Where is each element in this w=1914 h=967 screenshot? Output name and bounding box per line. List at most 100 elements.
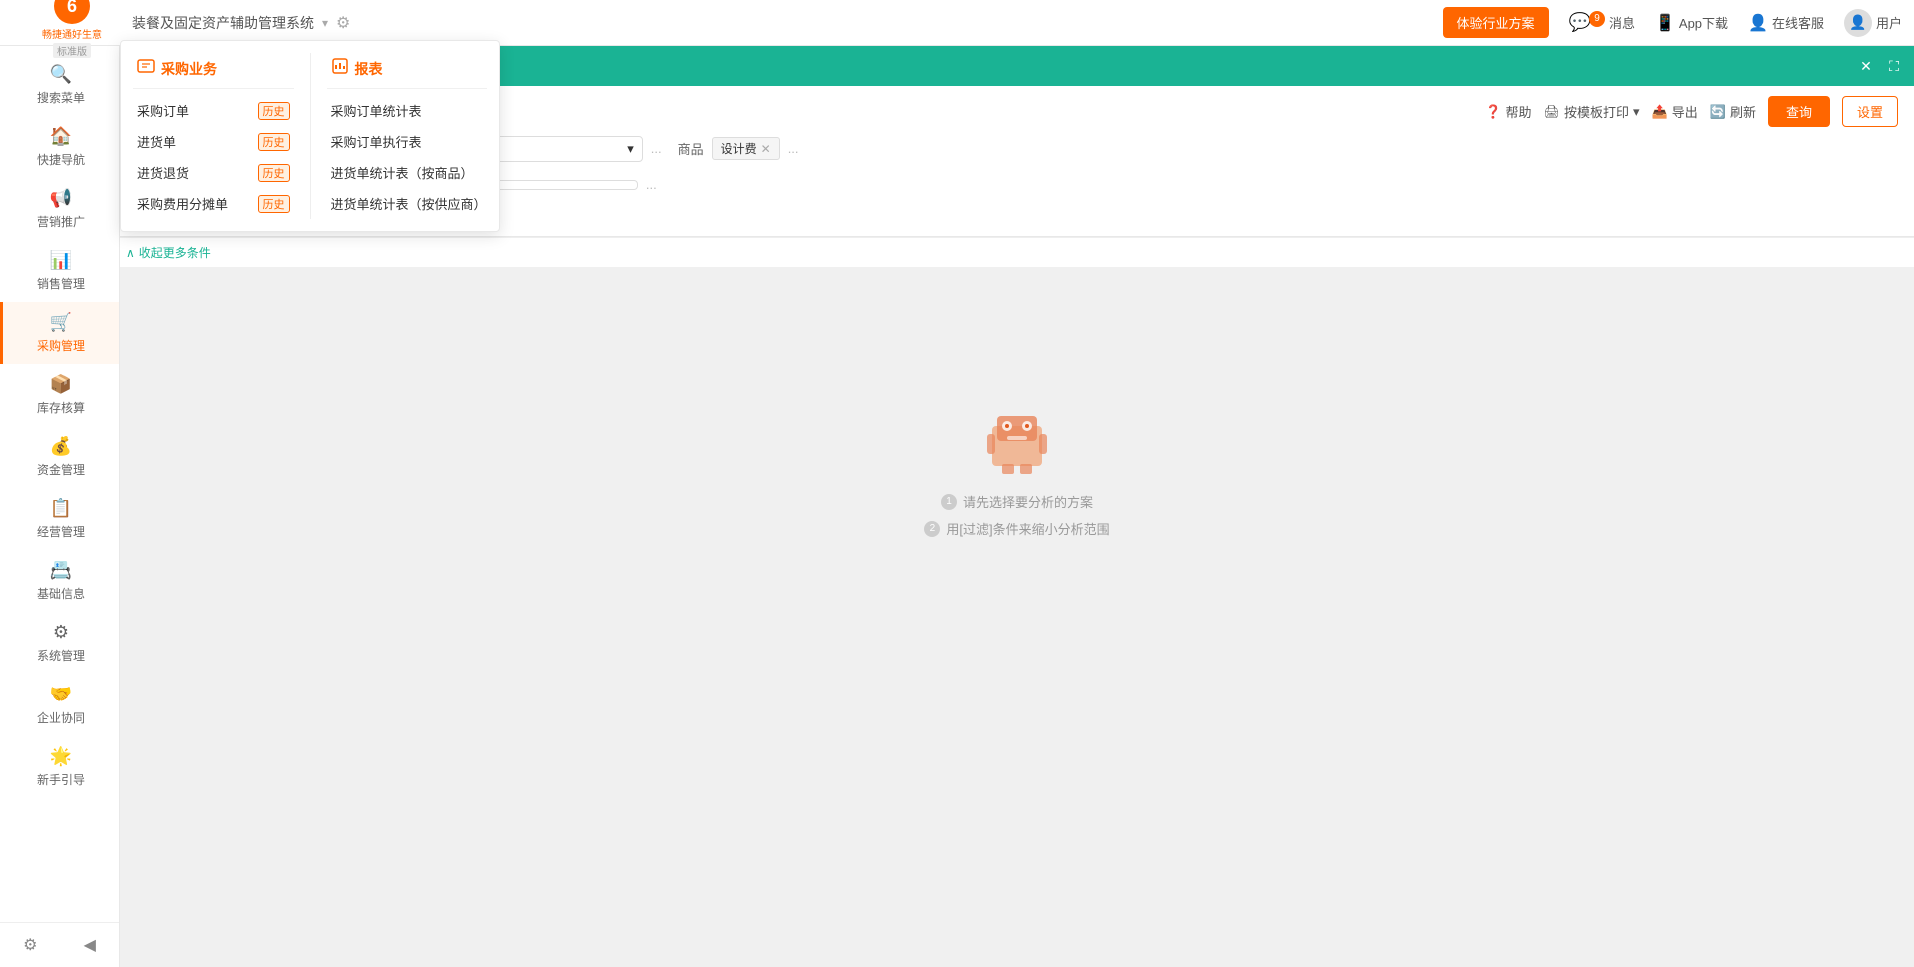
purchase-order-history-badge: 历史 — [258, 102, 290, 120]
export-button[interactable]: 📤 导出 — [1652, 102, 1698, 121]
sidebar-item-quick-nav[interactable]: 🏠 快捷导航 — [0, 116, 119, 178]
app-download-item[interactable]: 📱 App下载 — [1655, 13, 1728, 33]
sidebar-item-marketing[interactable]: 📢 营销推广 — [0, 178, 119, 240]
system-title-text: 装餐及固定资产辅助管理系统 — [132, 13, 314, 33]
sidebar-item-inventory[interactable]: 📦 库存核算 — [0, 364, 119, 426]
service-icon: 👤 — [1748, 13, 1768, 33]
tab-fullscreen-btn[interactable]: ⛶ — [1882, 54, 1906, 78]
empty-step-1: 1 请先选择要分析的方案 — [941, 492, 1093, 511]
print-button[interactable]: 🖨 按模板打印 ▾ — [1544, 102, 1640, 121]
empty-svg — [967, 396, 1067, 476]
sidebar-item-search[interactable]: 🔍 搜索菜单 — [0, 54, 119, 116]
cost-history-badge: 历史 — [258, 195, 290, 213]
tab-close-all-btn[interactable]: ✕ — [1854, 54, 1878, 78]
search-icon: 🔍 — [50, 64, 72, 85]
salesman-dots[interactable]: ... — [646, 177, 657, 192]
messages-item[interactable]: 💬 9 消息 — [1569, 12, 1635, 33]
app-download-label: App下载 — [1679, 13, 1728, 32]
dropdown-item-cost[interactable]: 采购费用分摊单 历史 — [133, 188, 294, 219]
sidebar-label-search: 搜索菜单 — [37, 89, 85, 106]
sidebar-settings-icon[interactable]: ⚙ — [23, 935, 37, 955]
collapse-button[interactable]: ∧ 收起更多条件 — [126, 244, 1908, 261]
step-1-text: 请先选择要分析的方案 — [963, 492, 1093, 511]
sidebar-item-guide[interactable]: 🌟 新手引导 — [0, 736, 119, 798]
goods-tag-close[interactable]: ✕ — [761, 142, 771, 156]
message-icon: 💬 — [1569, 12, 1591, 33]
report-col-title: 报表 — [327, 53, 488, 89]
sidebar-label-inventory: 库存核算 — [37, 399, 85, 416]
user-label: 用户 — [1876, 13, 1902, 32]
settings-button[interactable]: 设置 — [1842, 96, 1898, 127]
help-label: 帮助 — [1505, 102, 1531, 121]
enterprise-icon: 🤝 — [50, 684, 72, 705]
logo-edition: 标准版 — [53, 43, 91, 58]
industry-button[interactable]: 体验行业方案 — [1443, 7, 1549, 38]
dropdown-cols: 采购业务 采购订单 历史 进货单 历史 进货退货 历史 采购费用分摊单 历史 — [121, 53, 499, 219]
user-item[interactable]: 👤 用户 — [1844, 9, 1902, 37]
goods-label: 商品 — [678, 139, 704, 158]
doc-status-control[interactable]: ▾ — [483, 136, 643, 162]
dropdown-item-receipt[interactable]: 进货单 历史 — [133, 126, 294, 157]
sidebar-item-system[interactable]: ⚙ 系统管理 — [0, 612, 119, 674]
sidebar-label-operation: 经营管理 — [37, 523, 85, 540]
tab-controls: ✕ ⛶ — [1854, 54, 1906, 78]
return-label: 进货退货 — [137, 163, 189, 182]
dropdown-item-return[interactable]: 进货退货 历史 — [133, 157, 294, 188]
goods-filter: 商品 设计费 ✕ ... — [678, 137, 799, 160]
sidebar-bottom: ⚙ ◀ — [0, 922, 119, 967]
print-icon: 🖨 — [1544, 104, 1561, 120]
step-1-num: 1 — [941, 494, 957, 510]
title-settings-icon[interactable]: ⚙ — [336, 13, 350, 33]
doc-status-arrow: ▾ — [627, 141, 634, 157]
online-service-item[interactable]: 👤 在线客服 — [1748, 13, 1824, 33]
purchase-dropdown-menu: 采购业务 采购订单 历史 进货单 历史 进货退货 历史 采购费用分摊单 历史 — [120, 40, 500, 232]
sidebar-item-enterprise[interactable]: 🤝 企业协同 — [0, 674, 119, 736]
dropdown-item-order-exec[interactable]: 采购订单执行表 — [327, 126, 488, 157]
title-dropdown-arrow[interactable]: ▾ — [322, 16, 328, 30]
receipt-supplier-label: 进货单统计表（按供应商） — [331, 194, 484, 213]
sidebar-item-basic[interactable]: 📇 基础信息 — [0, 550, 119, 612]
report-title-svg — [331, 57, 349, 75]
goods-tag[interactable]: 设计费 ✕ — [712, 137, 780, 160]
query-button[interactable]: 查询 — [1768, 96, 1830, 127]
print-label: 按模板打印 — [1564, 102, 1629, 121]
cost-label: 采购费用分摊单 — [137, 194, 228, 213]
goods-dots[interactable]: ... — [788, 141, 799, 156]
sidebar-collapse-icon[interactable]: ◀ — [84, 935, 96, 955]
dropdown-item-receipt-goods[interactable]: 进货单统计表（按商品） — [327, 157, 488, 188]
online-service-label: 在线客服 — [1772, 13, 1824, 32]
sidebar-item-purchase[interactable]: 🛒 采购管理 — [0, 302, 119, 364]
doc-status-dots[interactable]: ... — [651, 141, 662, 156]
refresh-label: 刷新 — [1730, 102, 1756, 121]
receipt-label: 进货单 — [137, 132, 176, 151]
export-label: 导出 — [1672, 102, 1698, 121]
inventory-icon: 📦 — [50, 374, 72, 395]
dropdown-item-receipt-supplier[interactable]: 进货单统计表（按供应商） — [327, 188, 488, 219]
receipt-history-badge: 历史 — [258, 133, 290, 151]
step-2-num: 2 — [924, 521, 940, 537]
help-button[interactable]: ❓ 帮助 — [1485, 102, 1531, 121]
refresh-button[interactable]: 🔄 刷新 — [1710, 102, 1756, 121]
sidebar: 🔍 搜索菜单 🏠 快捷导航 📢 营销推广 📊 销售管理 🛒 采购管理 📦 库存核… — [0, 46, 120, 967]
dropdown-item-purchase-order[interactable]: 采购订单 历史 — [133, 95, 294, 126]
order-stats-label: 采购订单统计表 — [331, 101, 422, 120]
purchase-order-label: 采购订单 — [137, 101, 189, 120]
sidebar-item-sales[interactable]: 📊 销售管理 — [0, 240, 119, 302]
purchase-col-title: 采购业务 — [133, 53, 294, 89]
empty-illustration — [967, 396, 1067, 476]
empty-state: 1 请先选择要分析的方案 2 用[过滤]条件来缩小分析范围 — [120, 267, 1914, 667]
sidebar-label-marketing: 营销推广 — [37, 213, 85, 230]
collapse-up-icon: ∧ — [126, 246, 135, 260]
header-right: 💬 9 消息 📱 App下载 👤 在线客服 👤 用户 — [1569, 9, 1902, 37]
step-2-text: 用[过滤]条件来缩小分析范围 — [946, 519, 1109, 538]
return-history-badge: 历史 — [258, 164, 290, 182]
sidebar-item-operation[interactable]: 📋 经营管理 — [0, 488, 119, 550]
sidebar-item-finance[interactable]: 💰 资金管理 — [0, 426, 119, 488]
report-col-icon — [331, 57, 349, 80]
empty-step-2: 2 用[过滤]条件来缩小分析范围 — [924, 519, 1109, 538]
order-exec-label: 采购订单执行表 — [331, 132, 422, 151]
sidebar-label-quick-nav: 快捷导航 — [37, 151, 85, 168]
dropdown-purchase-col: 采购业务 采购订单 历史 进货单 历史 进货退货 历史 采购费用分摊单 历史 — [121, 53, 306, 219]
phone-icon: 📱 — [1655, 13, 1675, 33]
dropdown-item-order-stats[interactable]: 采购订单统计表 — [327, 95, 488, 126]
